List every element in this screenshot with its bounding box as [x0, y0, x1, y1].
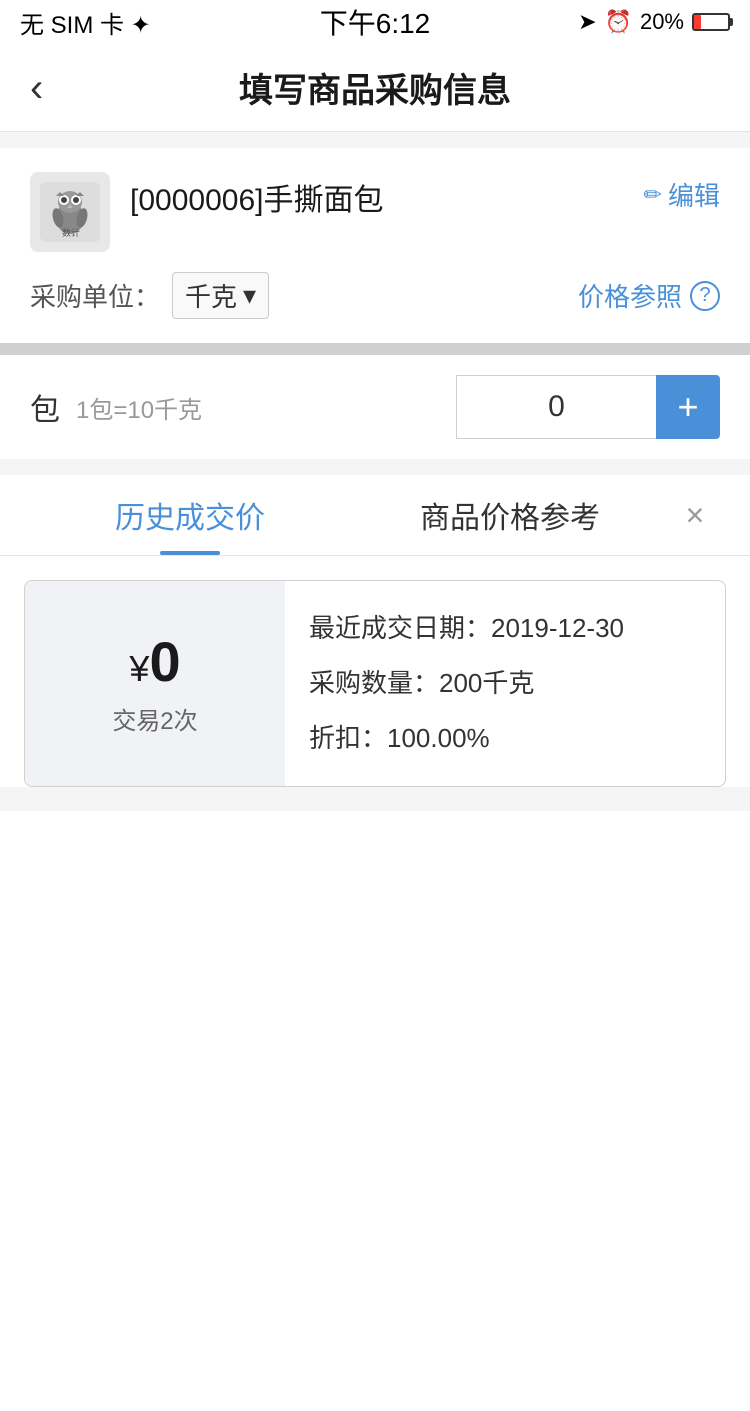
price-value: 0 [149, 630, 180, 693]
edit-label: 编辑 [668, 176, 720, 213]
currency-symbol: ¥ [129, 648, 149, 689]
price-card: ¥0 交易2次 最近成交日期：2019-12-30 采购数量：200千克 折扣：… [24, 580, 726, 787]
product-unit-row: 采购单位： 千克 ▾ 价格参照 ? [30, 272, 720, 319]
status-time: 下午6:12 [320, 2, 431, 42]
status-left: 无 SIM 卡 ✦ [20, 5, 151, 40]
price-right-panel: 最近成交日期：2019-12-30 采购数量：200千克 折扣：100.00% [285, 581, 725, 786]
product-card: 数计 [0000006]手撕面包 ✏ 编辑 采购单位： 千克 ▾ 价格参照 [0, 148, 750, 343]
price-left-panel: ¥0 交易2次 [25, 581, 285, 786]
quantity-unit: 包 [30, 385, 60, 429]
tab-price-label: 商品价格参考 [420, 493, 600, 537]
recent-date-label: 最近成交日期： [309, 613, 491, 643]
product-image: 数计 [40, 182, 100, 242]
discount-value: 100.00% [387, 723, 490, 753]
tab-history-label: 历史成交价 [115, 493, 265, 537]
dropdown-icon: ▾ [243, 280, 256, 311]
product-info: 数计 [0000006]手撕面包 [30, 172, 383, 252]
price-ref-label: 价格参照 [578, 277, 682, 314]
purchase-qty-value: 200千克 [439, 668, 534, 698]
unit-label: 采购单位： 千克 ▾ [30, 272, 269, 319]
unit-select[interactable]: 千克 ▾ [172, 272, 269, 319]
status-right: ➤ ⏰ 20% [578, 9, 730, 35]
close-tab-button[interactable]: × [670, 490, 720, 540]
product-name: [0000006]手撕面包 [130, 172, 383, 222]
product-name-row: [0000006]手撕面包 [130, 172, 383, 222]
nav-bar: ‹ 填写商品采购信息 [0, 44, 750, 132]
edit-icon: ✏ [644, 182, 662, 208]
help-icon: ? [690, 281, 720, 311]
svg-text:数计: 数计 [62, 227, 80, 238]
unit-text: 采购单位： [30, 277, 160, 314]
tab-active-indicator [160, 551, 220, 555]
price-reference-button[interactable]: 价格参照 ? [578, 277, 720, 314]
unit-value: 千克 [185, 277, 237, 314]
tab-history-price[interactable]: 历史成交价 [30, 475, 350, 555]
quantity-input[interactable]: 0 [456, 375, 656, 439]
quantity-value: 0 [548, 390, 565, 424]
quantity-label: 包 1包=10千克 [30, 385, 202, 429]
quantity-plus-button[interactable]: + [656, 375, 720, 439]
battery-percent: 20% [640, 9, 684, 35]
sim-label: 无 SIM 卡 ✦ [20, 5, 151, 40]
tabs-header: 历史成交价 商品价格参考 × [0, 475, 750, 556]
plus-icon: + [677, 386, 698, 428]
back-button[interactable]: ‹ [30, 68, 43, 108]
alarm-icon: ⏰ [605, 9, 632, 35]
purchase-qty-label: 采购数量： [309, 668, 439, 698]
quantity-description: 1包=10千克 [76, 390, 202, 425]
main-content-area [0, 811, 750, 1411]
trade-count: 交易2次 [112, 701, 197, 736]
discount-row: 折扣：100.00% [309, 719, 701, 758]
location-icon: ➤ [578, 9, 596, 35]
close-icon: × [686, 497, 705, 534]
page-title: 填写商品采购信息 [239, 63, 511, 112]
recent-date-value: 2019-12-30 [491, 613, 624, 643]
edit-button[interactable]: ✏ 编辑 [644, 172, 720, 213]
tab-price-reference[interactable]: 商品价格参考 [350, 475, 670, 555]
product-thumbnail: 数计 [30, 172, 110, 252]
battery-indicator [692, 13, 730, 31]
purchase-qty-row: 采购数量：200千克 [309, 664, 701, 703]
recent-date-row: 最近成交日期：2019-12-30 [309, 609, 701, 648]
quantity-control: 0 + [456, 375, 720, 439]
status-bar: 无 SIM 卡 ✦ 下午6:12 ➤ ⏰ 20% [0, 0, 750, 44]
tabs-section: 历史成交价 商品价格参考 × ¥0 交易2次 最近成交日期：2019-12-30… [0, 475, 750, 787]
section-divider [0, 343, 750, 355]
price-amount: ¥0 [129, 631, 180, 693]
quantity-row: 包 1包=10千克 0 + [0, 355, 750, 459]
discount-label: 折扣： [309, 723, 387, 753]
product-header: 数计 [0000006]手撕面包 ✏ 编辑 [30, 172, 720, 252]
